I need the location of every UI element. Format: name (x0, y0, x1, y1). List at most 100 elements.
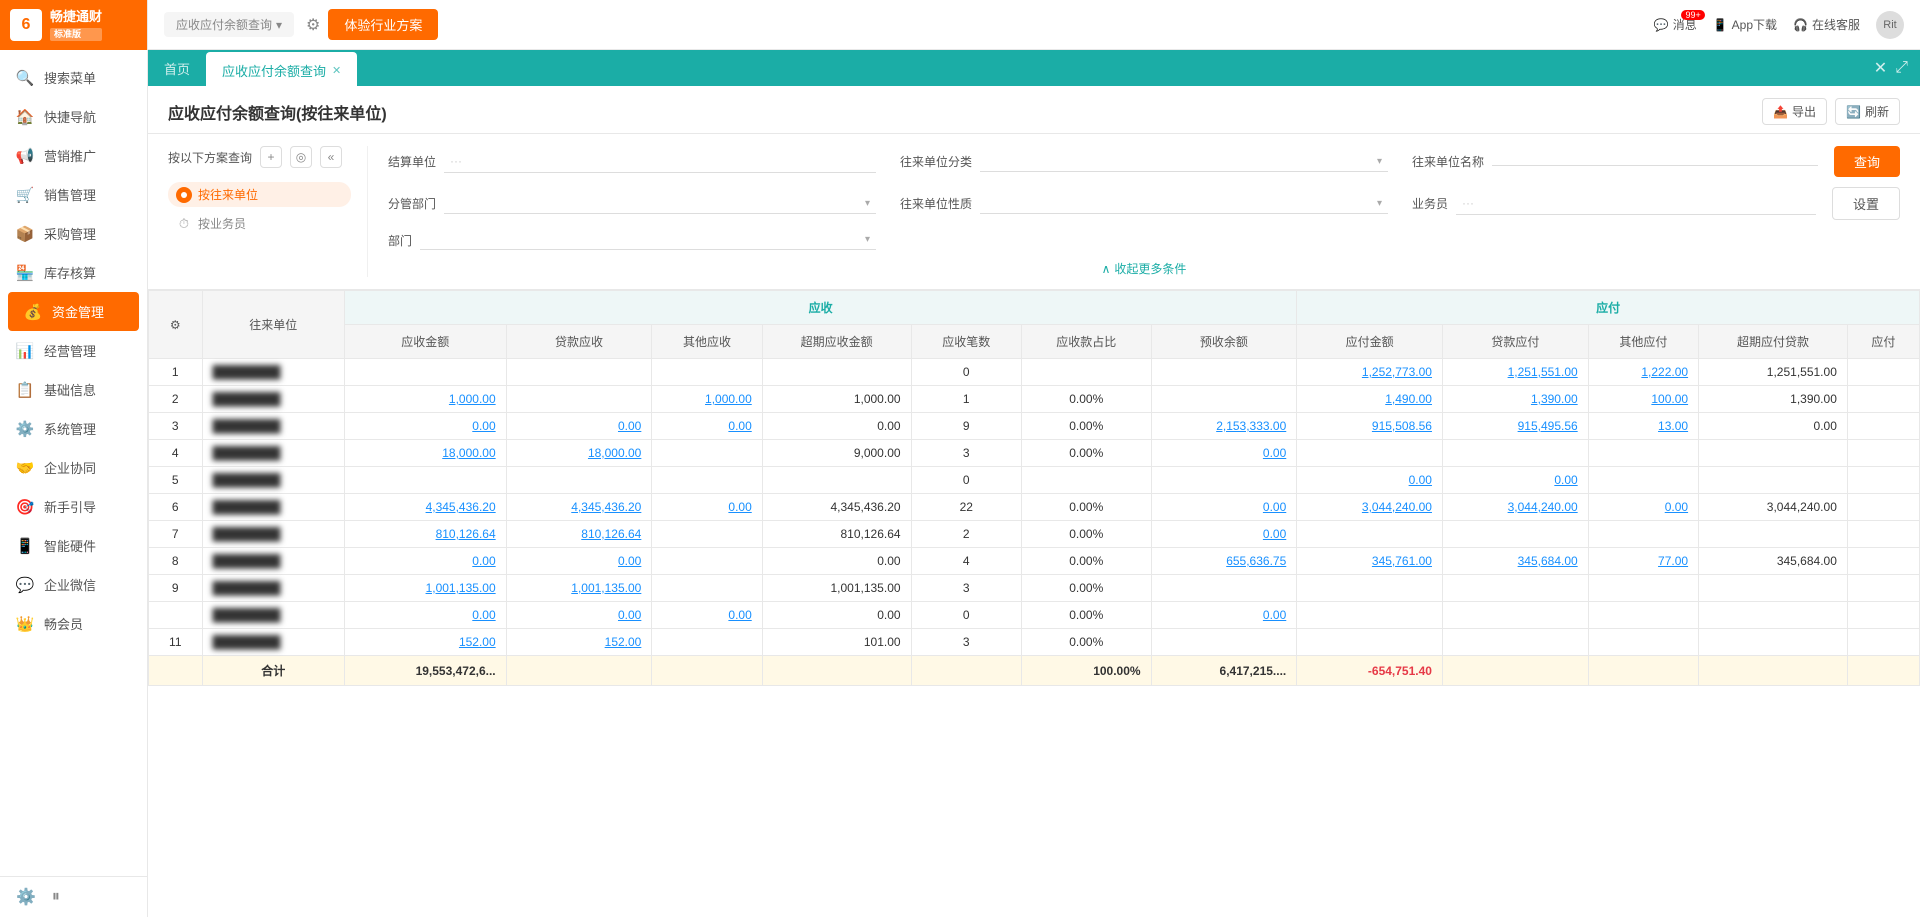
messages-button[interactable]: 💬 消息 99+ (1654, 16, 1697, 33)
row-recv-prepay: 0.00 (1151, 521, 1297, 548)
filter-settings-icon[interactable]: ◎ (290, 146, 312, 168)
row-recv-overdue: 0.00 (762, 602, 911, 629)
expand-icon[interactable]: ⤢ (1895, 59, 1908, 77)
row-pay-loan (1442, 440, 1588, 467)
page-actions: 📤 导出 🔄 刷新 (1762, 98, 1900, 125)
unit-nature-label: 往来单位性质 (900, 195, 972, 212)
table-row: 1 ████████ 0 1,252,773.00 1,251,551.00 1… (149, 359, 1920, 386)
breadcrumb[interactable]: 应收应付余额查询 ▾ (164, 12, 294, 37)
table-row: 2 ████████ 1,000.00 1,000.00 1,000.00 1 … (149, 386, 1920, 413)
download-icon: 📱 (1713, 18, 1728, 32)
row-recv-count: 1 (911, 386, 1021, 413)
row-pay-loan (1442, 629, 1588, 656)
header-right: 💬 消息 99+ 📱 App下载 🎧 在线客服 Rit (1654, 11, 1904, 39)
row-pay-col (1847, 521, 1919, 548)
col-recv-loan: 贷款应收 (506, 325, 652, 359)
settlement-unit-label: 结算单位 (388, 153, 436, 170)
row-recv-overdue: 101.00 (762, 629, 911, 656)
row-recv-prepay: 655,636.75 (1151, 548, 1297, 575)
service-icon: 🎧 (1793, 18, 1808, 32)
sidebar-item-basic[interactable]: 📋 基础信息 (0, 370, 147, 409)
footer-pay-amount: -654,751.40 (1297, 656, 1443, 686)
sidebar-item-purchase[interactable]: 📦 采购管理 (0, 214, 147, 253)
collapse-icon[interactable]: ⏸ (52, 888, 60, 906)
sidebar-item-marketing[interactable]: 📢 营销推广 (0, 136, 147, 175)
sidebar-item-search-menu[interactable]: 🔍 搜索菜单 (0, 58, 147, 97)
col-partner: 往来单位 (202, 291, 344, 359)
settings-icon[interactable]: ⚙️ (16, 887, 36, 907)
sidebar-item-wechat[interactable]: 💬 企业微信 (0, 565, 147, 604)
row-partner: ████████ (202, 413, 344, 440)
col-pay-amount: 应付金额 (1297, 325, 1443, 359)
table-container: ⚙ 往来单位 应收 应付 应收金额 贷款应收 其他应收 超期应收金额 应收笔数 … (148, 290, 1920, 917)
mode-by-staff[interactable]: ⏱ 按业务员 (168, 211, 351, 236)
row-pay-amount (1297, 629, 1443, 656)
row-recv-overdue: 0.00 (762, 548, 911, 575)
trial-button[interactable]: 体验行业方案 (328, 9, 438, 40)
add-filter-icon[interactable]: + (260, 146, 282, 168)
row-recv-amount: 4,345,436.20 (344, 494, 506, 521)
guide-icon: 🎯 (16, 498, 34, 516)
table-row: 9 ████████ 1,001,135.00 1,001,135.00 1,0… (149, 575, 1920, 602)
sidebar-item-cooperation[interactable]: 🤝 企业协同 (0, 448, 147, 487)
mode-by-unit[interactable]: 按往来单位 (168, 182, 351, 207)
dept-select[interactable]: ▾ (444, 194, 876, 214)
sidebar-item-operations[interactable]: 📊 经营管理 (0, 331, 147, 370)
close-window-icon[interactable]: ✕ (1874, 58, 1887, 78)
sidebar-item-hardware[interactable]: 📱 智能硬件 (0, 526, 147, 565)
row-index: 2 (149, 386, 203, 413)
row-pay-overdue: 345,684.00 (1699, 548, 1848, 575)
col-pay-overdue: 超期应付贷款 (1699, 325, 1848, 359)
logo-icon: 6 (10, 9, 42, 41)
collapse-filter-icon[interactable]: « (320, 146, 342, 168)
app-download-button[interactable]: 📱 App下载 (1713, 16, 1777, 33)
row-pay-amount: 3,044,240.00 (1297, 494, 1443, 521)
export-button[interactable]: 📤 导出 (1762, 98, 1827, 125)
sidebar-item-inventory[interactable]: 🏪 库存核算 (0, 253, 147, 292)
marketing-icon: 📢 (16, 147, 34, 165)
filter-label: 按以下方案查询 (168, 149, 252, 166)
unit-nature-select[interactable]: ▾ (980, 194, 1388, 214)
row-recv-overdue: 1,001,135.00 (762, 575, 911, 602)
sidebar-item-system[interactable]: ⚙️ 系统管理 (0, 409, 147, 448)
sidebar-item-sales[interactable]: 🛒 销售管理 (0, 175, 147, 214)
refresh-button[interactable]: 🔄 刷新 (1835, 98, 1900, 125)
tab-close-icon[interactable]: ✕ (332, 64, 341, 77)
online-service-button[interactable]: 🎧 在线客服 (1793, 16, 1860, 33)
row-recv-loan: 0.00 (506, 602, 652, 629)
row-recv-count: 9 (911, 413, 1021, 440)
export-icon: 📤 (1773, 105, 1788, 119)
set-button[interactable]: 设置 (1832, 187, 1900, 220)
col-settings[interactable]: ⚙ (149, 291, 203, 359)
row-index: 6 (149, 494, 203, 521)
dept-chevron-icon: ▾ (865, 198, 870, 209)
row-recv-overdue: 1,000.00 (762, 386, 911, 413)
user-info[interactable]: Rit (1876, 11, 1904, 39)
settlement-unit-input[interactable]: ··· (444, 150, 876, 173)
query-button[interactable]: 查询 (1834, 146, 1900, 177)
tab-home[interactable]: 首页 (148, 50, 206, 86)
department-select[interactable]: ▾ (420, 230, 876, 250)
row-recv-other: 0.00 (652, 413, 762, 440)
sidebar-item-quick-nav[interactable]: 🏠 快捷导航 (0, 97, 147, 136)
row-recv-count: 3 (911, 440, 1021, 467)
row-pay-amount: 1,490.00 (1297, 386, 1443, 413)
breadcrumb-chevron-icon[interactable]: ▾ (276, 18, 282, 32)
row-pay-overdue (1699, 467, 1848, 494)
unit-category-select[interactable]: ▾ (980, 152, 1388, 172)
collapse-button[interactable]: ∧ 收起更多条件 (388, 260, 1900, 277)
footer-recv-ratio: 100.00% (1021, 656, 1151, 686)
page-title: 应收应付余额查询(按往来单位) (168, 100, 387, 124)
header-gear-icon[interactable]: ⚙ (306, 15, 320, 35)
sidebar-item-finance[interactable]: 💰 资金管理 (8, 292, 139, 331)
hardware-icon: 📱 (16, 537, 34, 555)
footer-recv-amount: 19,553,472,6... (344, 656, 506, 686)
department-label: 部门 (388, 232, 412, 249)
unit-name-input[interactable] (1492, 157, 1818, 166)
sidebar-item-guide[interactable]: 🎯 新手引导 (0, 487, 147, 526)
salesperson-input[interactable]: ··· (1456, 192, 1816, 215)
tab-balance-query[interactable]: 应收应付余额查询 ✕ (206, 52, 357, 88)
purchase-icon: 📦 (16, 225, 34, 243)
sidebar-item-member[interactable]: 👑 畅会员 (0, 604, 147, 643)
col-group-payable: 应付 (1297, 291, 1920, 325)
